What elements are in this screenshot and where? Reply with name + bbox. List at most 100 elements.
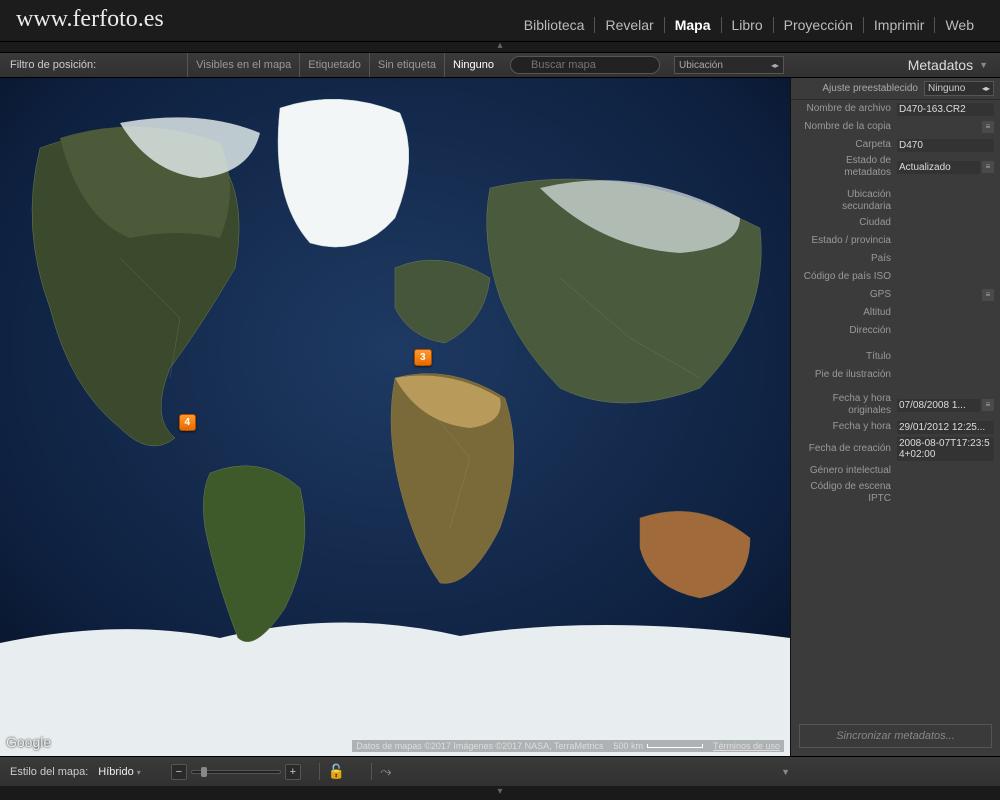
metadata-value[interactable]: D470 — [897, 139, 994, 152]
metadata-panel: Ajuste preestablecido Ninguno◂▸ Nombre d… — [790, 78, 1000, 756]
metadata-value[interactable] — [897, 356, 994, 358]
filter-tab[interactable]: Visibles en el mapa — [187, 53, 299, 77]
metadata-row: Altitud — [791, 304, 1000, 322]
map-canvas[interactable]: 4 3 Google Datos de mapas ©2017 Imágenes … — [0, 78, 790, 756]
metadata-row: Nombre de la copia ≡ — [791, 118, 1000, 136]
metadata-key: País — [797, 253, 897, 265]
chevron-down-icon: ▼ — [979, 60, 988, 70]
metadata-row: Dirección — [791, 322, 1000, 340]
module-web[interactable]: Web — [935, 17, 984, 33]
preset-dropdown[interactable]: Ninguno◂▸ — [924, 81, 994, 96]
metadata-value[interactable]: D470-163.CR2 — [897, 103, 994, 116]
map-search-input[interactable] — [510, 56, 660, 74]
metadata-value[interactable]: Actualizado — [897, 161, 980, 174]
metadata-key: Nombre de archivo — [797, 103, 897, 115]
module-mapa[interactable]: Mapa — [665, 17, 722, 33]
zoom-in-button[interactable]: + — [285, 764, 301, 780]
metadata-row: Código de escena IPTC — [791, 480, 1000, 506]
zoom-out-button[interactable]: − — [171, 764, 187, 780]
metadata-key: GPS — [797, 289, 897, 301]
metadata-row: CarpetaD470 — [791, 136, 1000, 154]
metadata-action-icon[interactable]: ≡ — [982, 161, 994, 173]
metadata-value[interactable] — [897, 294, 980, 296]
filter-tab[interactable]: Sin etiqueta — [369, 53, 444, 77]
metadata-value[interactable] — [897, 126, 980, 128]
metadata-key: Pie de ilustración — [797, 369, 897, 381]
metadata-action-icon[interactable]: ≡ — [982, 399, 994, 411]
module-revelar[interactable]: Revelar — [595, 17, 664, 33]
preset-label: Ajuste preestablecido — [797, 83, 924, 94]
metadata-key: Carpeta — [797, 139, 897, 151]
filter-label: Filtro de posición: — [0, 59, 106, 71]
metadata-value[interactable] — [897, 492, 994, 494]
metadata-value[interactable] — [897, 200, 994, 202]
metadata-row: Estado de metadatosActualizado≡ — [791, 154, 1000, 180]
metadata-key: Nombre de la copia — [797, 121, 897, 133]
metadata-row: País — [791, 250, 1000, 268]
metadata-row: Ubicación secundaria — [791, 188, 1000, 214]
module-picker: BibliotecaRevelarMapaLibroProyecciónImpr… — [514, 17, 984, 33]
metadata-key: Ubicación secundaria — [797, 189, 897, 213]
metadata-value[interactable] — [897, 374, 994, 376]
filter-bar: Filtro de posición: Visibles en el mapaE… — [0, 52, 1000, 78]
lock-icon[interactable]: 🔓 — [319, 763, 353, 780]
metadata-value[interactable] — [897, 330, 994, 332]
top-bar: www.ferfoto.es BibliotecaRevelarMapaLibr… — [0, 0, 1000, 42]
metadata-row: Nombre de archivoD470-163.CR2 — [791, 100, 1000, 118]
metadata-value[interactable] — [897, 240, 994, 242]
metadata-key: Ciudad — [797, 217, 897, 229]
metadata-value[interactable]: 2008-08-07T17:23:54+02:00 — [897, 437, 994, 461]
chevron-down-icon[interactable]: ▼ — [781, 767, 790, 777]
metadata-panel-header[interactable]: Metadatos ▼ — [790, 57, 1000, 73]
metadata-value[interactable] — [897, 312, 994, 314]
metadata-value[interactable]: 29/01/2012 12:25... — [897, 421, 994, 434]
collapse-top-handle[interactable]: ▴ — [0, 42, 1000, 52]
metadata-row: GPS ≡ — [791, 286, 1000, 304]
map-style-dropdown[interactable]: Híbrido ▾ — [98, 766, 141, 778]
metadata-key: Estado de metadatos — [797, 155, 897, 179]
metadata-row: Estado / provincia — [791, 232, 1000, 250]
filter-tab[interactable]: Etiquetado — [299, 53, 369, 77]
metadata-row: Género intelectual — [791, 462, 1000, 480]
metadata-row: Título — [791, 348, 1000, 366]
module-proyección[interactable]: Proyección — [774, 17, 864, 33]
scale-bar-icon — [647, 744, 703, 748]
collapse-bottom-handle[interactable]: ▾ — [0, 786, 1000, 800]
filter-tab[interactable]: Ninguno — [444, 53, 502, 77]
metadata-row: Ciudad — [791, 214, 1000, 232]
map-attribution-bar: Datos de mapas ©2017 Imágenes ©2017 NASA… — [352, 740, 784, 752]
sync-metadata-button[interactable]: Sincronizar metadatos... — [799, 724, 992, 748]
metadata-key: Fecha de creación — [797, 443, 897, 455]
map-pin[interactable]: 3 — [414, 349, 432, 366]
metadata-value[interactable] — [897, 470, 994, 472]
metadata-key: Código de país ISO — [797, 271, 897, 283]
bottom-toolbar: Estilo del mapa: Híbrido ▾ − + 🔓 ⤳ ▼ — [0, 756, 1000, 786]
metadata-row: Fecha de creación2008-08-07T17:23:54+02:… — [791, 436, 1000, 462]
metadata-row: Fecha y hora29/01/2012 12:25... — [791, 418, 1000, 436]
metadata-key: Fecha y hora — [797, 421, 897, 433]
metadata-key: Género intelectual — [797, 465, 897, 477]
metadata-row: Fecha y hora originales07/08/2008 1...≡ — [791, 392, 1000, 418]
map-terms-link[interactable]: Términos de uso — [713, 741, 780, 751]
module-imprimir[interactable]: Imprimir — [864, 17, 936, 33]
zoom-slider[interactable] — [191, 770, 281, 774]
watermark-text: www.ferfoto.es — [16, 6, 164, 33]
tracklog-icon[interactable]: ⤳ — [371, 763, 399, 780]
map-style-label: Estilo del mapa: — [10, 766, 88, 778]
location-dropdown[interactable]: Ubicación◂▸ — [674, 56, 784, 74]
world-map — [0, 78, 790, 756]
metadata-value[interactable] — [897, 276, 994, 278]
metadata-key: Altitud — [797, 307, 897, 319]
module-libro[interactable]: Libro — [722, 17, 774, 33]
metadata-row: Código de país ISO — [791, 268, 1000, 286]
metadata-value[interactable]: 07/08/2008 1... — [897, 399, 980, 412]
metadata-key: Título — [797, 351, 897, 363]
metadata-action-icon[interactable]: ≡ — [982, 121, 994, 133]
zoom-control: − + — [171, 764, 301, 780]
metadata-value[interactable] — [897, 258, 994, 260]
metadata-value[interactable] — [897, 222, 994, 224]
module-biblioteca[interactable]: Biblioteca — [514, 17, 596, 33]
metadata-action-icon[interactable]: ≡ — [982, 289, 994, 301]
map-pin[interactable]: 4 — [179, 414, 197, 431]
map-provider-logo: Google — [6, 734, 51, 750]
